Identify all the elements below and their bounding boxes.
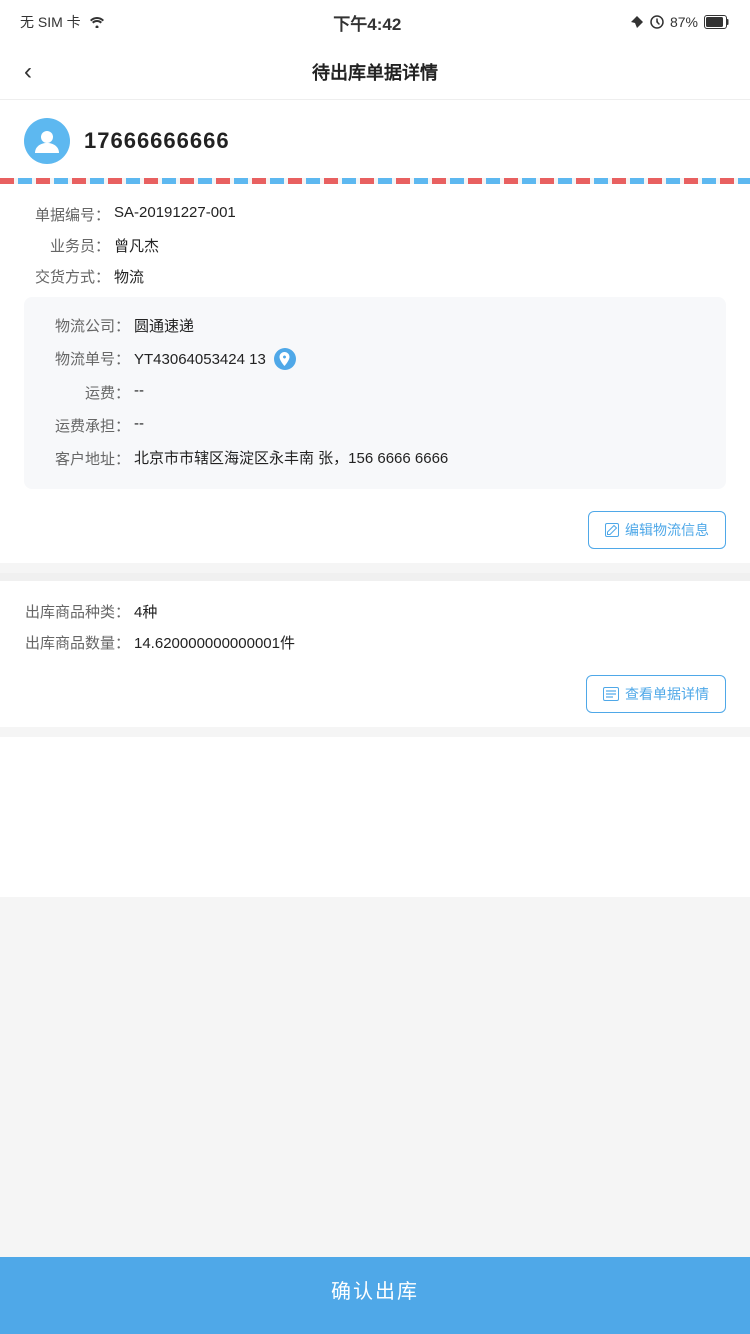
goods-types-label: 出库商品种类： [24, 601, 134, 622]
view-detail-btn-label: 查看单据详情 [625, 684, 709, 704]
view-detail-button[interactable]: 查看单据详情 [586, 675, 726, 713]
logistics-freight-label: 运费： [44, 382, 134, 403]
logistics-company-value: 圆通速递 [134, 315, 706, 336]
delivery-value: 物流 [114, 266, 726, 287]
goods-quantity-label: 出库商品数量： [24, 632, 134, 653]
salesman-value: 曾凡杰 [114, 235, 726, 256]
edit-logistics-button[interactable]: 编辑物流信息 [588, 511, 726, 549]
carrier-text: 无 SIM 卡 [20, 12, 81, 32]
order-no-value: SA-20191227-001 [114, 204, 726, 221]
edit-btn-row: 编辑物流信息 [24, 499, 726, 553]
status-time: 下午4:42 [333, 10, 401, 35]
logistics-tracking-label: 物流单号： [44, 348, 134, 369]
goods-section: 出库商品种类： 4种 出库商品数量： 14.620000000000001件 查… [0, 581, 750, 727]
battery-icon [704, 15, 730, 29]
bottom-spacer [0, 737, 750, 897]
wifi-icon [89, 16, 105, 28]
page-title: 待出库单据详情 [312, 59, 438, 85]
view-detail-row: 查看单据详情 [24, 663, 726, 717]
logistics-address-value: 北京市市辖区海淀区永丰南 张，156 6666 6666 [134, 448, 706, 471]
logistics-company-label: 物流公司： [44, 315, 134, 336]
logistics-tracking-row: 物流单号： YT43064053424 13 [44, 348, 706, 370]
status-bar: 无 SIM 卡 下午4:42 87% [0, 0, 750, 44]
salesman-label: 业务员： [24, 235, 114, 256]
logistics-tracking-value: YT43064053424 13 [134, 348, 706, 370]
delivery-row: 交货方式： 物流 [24, 266, 726, 287]
logistics-address-label: 客户地址： [44, 448, 134, 469]
user-header: 17666666666 [0, 100, 750, 178]
goods-types-value: 4种 [134, 601, 157, 622]
list-icon [603, 687, 619, 701]
map-pin-icon[interactable] [274, 348, 296, 370]
logistics-freight-row: 运费： -- [44, 382, 706, 403]
avatar [24, 118, 70, 164]
edit-icon [605, 523, 619, 537]
location-arrow-icon [630, 15, 644, 29]
logistics-freight-bearer-label: 运费承担： [44, 415, 134, 436]
order-no-label: 单据编号： [24, 204, 114, 225]
status-carrier: 无 SIM 卡 [20, 12, 105, 32]
salesman-row: 业务员： 曾凡杰 [24, 235, 726, 256]
user-phone: 17666666666 [84, 128, 230, 154]
separator-1 [0, 573, 750, 581]
edit-btn-label: 编辑物流信息 [625, 520, 709, 540]
status-right: 87% [630, 14, 730, 30]
confirm-btn-wrap: 确认出库 [0, 1257, 750, 1334]
order-no-row: 单据编号： SA-20191227-001 [24, 204, 726, 225]
order-info-section: 单据编号： SA-20191227-001 业务员： 曾凡杰 交货方式： 物流 … [0, 184, 750, 563]
logistics-freight-bearer-value: -- [134, 415, 706, 432]
avatar-icon [33, 127, 61, 155]
back-button[interactable]: ‹ [24, 60, 32, 84]
logistics-card: 物流公司： 圆通速递 物流单号： YT43064053424 13 运费： -- [24, 297, 726, 489]
tracking-number-text: YT43064053424 13 [134, 351, 266, 368]
nav-bar: ‹ 待出库单据详情 [0, 44, 750, 100]
goods-types-row: 出库商品种类： 4种 [24, 601, 726, 622]
logistics-freight-bearer-row: 运费承担： -- [44, 415, 706, 436]
confirm-outbound-button[interactable]: 确认出库 [331, 1275, 419, 1304]
battery-text: 87% [670, 14, 698, 30]
clock-icon [650, 15, 664, 29]
logistics-address-row: 客户地址： 北京市市辖区海淀区永丰南 张，156 6666 6666 [44, 448, 706, 471]
goods-quantity-value: 14.620000000000001件 [134, 632, 295, 653]
delivery-label: 交货方式： [24, 266, 114, 287]
logistics-company-row: 物流公司： 圆通速递 [44, 315, 706, 336]
goods-quantity-row: 出库商品数量： 14.620000000000001件 [24, 632, 726, 653]
logistics-freight-value: -- [134, 382, 706, 399]
